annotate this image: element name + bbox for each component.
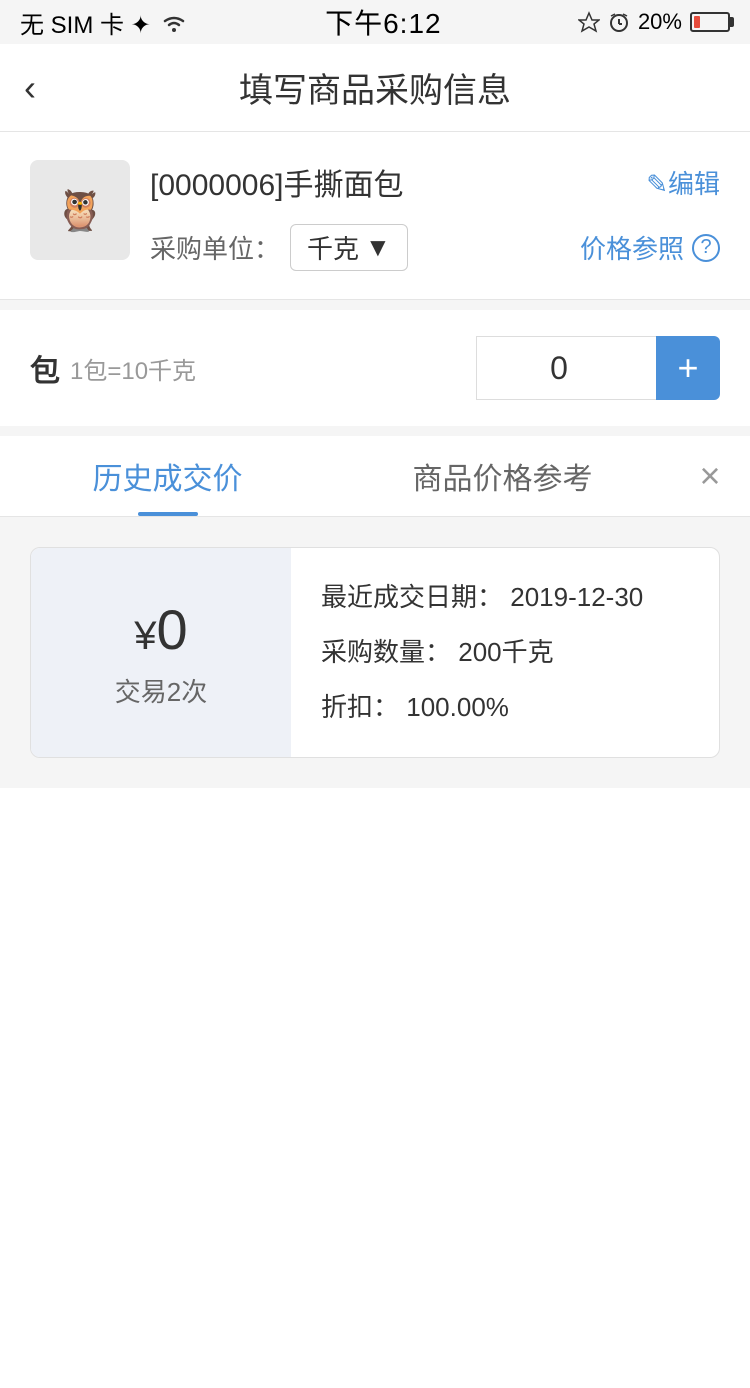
quantity-plus-button[interactable]: + bbox=[656, 336, 720, 400]
product-thumbnail: 🦉 bbox=[30, 160, 130, 260]
quantity-unit: 包 bbox=[30, 346, 60, 390]
unit-label: 采购单位： 千克 ▼ bbox=[150, 224, 408, 271]
trade-count: 交易2次 bbox=[115, 672, 207, 709]
dropdown-arrow-icon: ▼ bbox=[365, 232, 391, 263]
tab-history-price[interactable]: 历史成交价 bbox=[0, 436, 335, 516]
purchase-qty-label: 采购数量： bbox=[321, 637, 451, 667]
tab-product-price-ref[interactable]: 商品价格参考 bbox=[335, 436, 670, 516]
back-button[interactable]: ‹ bbox=[24, 67, 36, 109]
tab-history-price-label: 历史成交价 bbox=[93, 454, 243, 498]
unit-select-dropdown[interactable]: 千克 ▼ bbox=[290, 224, 408, 271]
price-card-right: 最近成交日期： 2019-12-30 采购数量： 200千克 折扣： 100.0… bbox=[291, 548, 719, 757]
battery-icon bbox=[690, 12, 730, 32]
product-section: 🦉 [0000006]手撕面包 ✎编辑 采购单位： 千克 ▼ 价格参照 ? bbox=[0, 132, 750, 300]
help-icon: ? bbox=[692, 234, 720, 262]
wifi-icon bbox=[159, 11, 189, 33]
tabs-header: 历史成交价 商品价格参考 × bbox=[0, 436, 750, 516]
battery-fill bbox=[694, 16, 700, 28]
product-image-icon: 🦉 bbox=[55, 187, 105, 234]
currency-symbol: ¥ bbox=[134, 614, 156, 659]
quantity-label: 包 1包=10千克 bbox=[30, 346, 196, 390]
recent-date-row: 最近成交日期： 2019-12-30 bbox=[321, 578, 689, 617]
no-sim-text: 无 SIM 卡 ✦ bbox=[20, 5, 151, 40]
quantity-input[interactable] bbox=[476, 336, 656, 400]
quantity-section: 包 1包=10千克 + bbox=[0, 300, 750, 436]
status-right: 20% bbox=[578, 9, 730, 35]
product-top-row: [0000006]手撕面包 ✎编辑 bbox=[150, 160, 720, 204]
product-info: [0000006]手撕面包 ✎编辑 采购单位： 千克 ▼ 价格参照 ? bbox=[150, 160, 720, 271]
product-name: [0000006]手撕面包 bbox=[150, 160, 403, 204]
price-content: ¥ 0 交易2次 最近成交日期： 2019-12-30 采购数量： 200千克 … bbox=[0, 517, 750, 788]
status-bar: 无 SIM 卡 ✦ 下午6:12 20% bbox=[0, 0, 750, 44]
discount-row: 折扣： 100.00% bbox=[321, 688, 689, 727]
location-icon bbox=[578, 11, 600, 33]
price-ref-label: 价格参照 bbox=[580, 229, 684, 266]
quantity-input-row: + bbox=[476, 336, 720, 400]
tab-product-price-ref-label: 商品价格参考 bbox=[413, 454, 593, 498]
discount-value: 100.00% bbox=[406, 692, 509, 722]
edit-button[interactable]: ✎编辑 bbox=[646, 164, 720, 201]
battery-percent: 20% bbox=[638, 9, 682, 35]
purchase-qty-row: 采购数量： 200千克 bbox=[321, 633, 689, 672]
tabs-section: 历史成交价 商品价格参考 × bbox=[0, 436, 750, 517]
recent-date-value: 2019-12-30 bbox=[510, 582, 643, 612]
price-card: ¥ 0 交易2次 最近成交日期： 2019-12-30 采购数量： 200千克 … bbox=[30, 547, 720, 758]
product-row: 🦉 [0000006]手撕面包 ✎编辑 采购单位： 千克 ▼ 价格参照 ? bbox=[30, 160, 720, 271]
tab-active-underline bbox=[138, 512, 198, 516]
page-title: 填写商品采购信息 bbox=[239, 63, 511, 112]
quantity-conversion: 1包=10千克 bbox=[70, 351, 196, 386]
price-value: 0 bbox=[157, 597, 188, 662]
unit-value: 千克 bbox=[307, 229, 359, 266]
unit-label-text: 采购单位： bbox=[150, 229, 280, 266]
price-display: ¥ 0 bbox=[134, 597, 187, 662]
status-left: 无 SIM 卡 ✦ bbox=[20, 5, 189, 40]
product-unit-row: 采购单位： 千克 ▼ 价格参照 ? bbox=[150, 224, 720, 271]
price-card-left: ¥ 0 交易2次 bbox=[31, 548, 291, 757]
purchase-qty-value: 200千克 bbox=[458, 637, 553, 667]
price-reference-button[interactable]: 价格参照 ? bbox=[580, 229, 720, 266]
discount-label: 折扣： bbox=[321, 692, 399, 722]
alarm-icon bbox=[608, 11, 630, 33]
bottom-space bbox=[0, 788, 750, 1388]
tab-close-button[interactable]: × bbox=[670, 436, 750, 516]
nav-bar: ‹ 填写商品采购信息 bbox=[0, 44, 750, 132]
status-time: 下午6:12 bbox=[325, 2, 442, 42]
recent-date-label: 最近成交日期： bbox=[321, 582, 503, 612]
